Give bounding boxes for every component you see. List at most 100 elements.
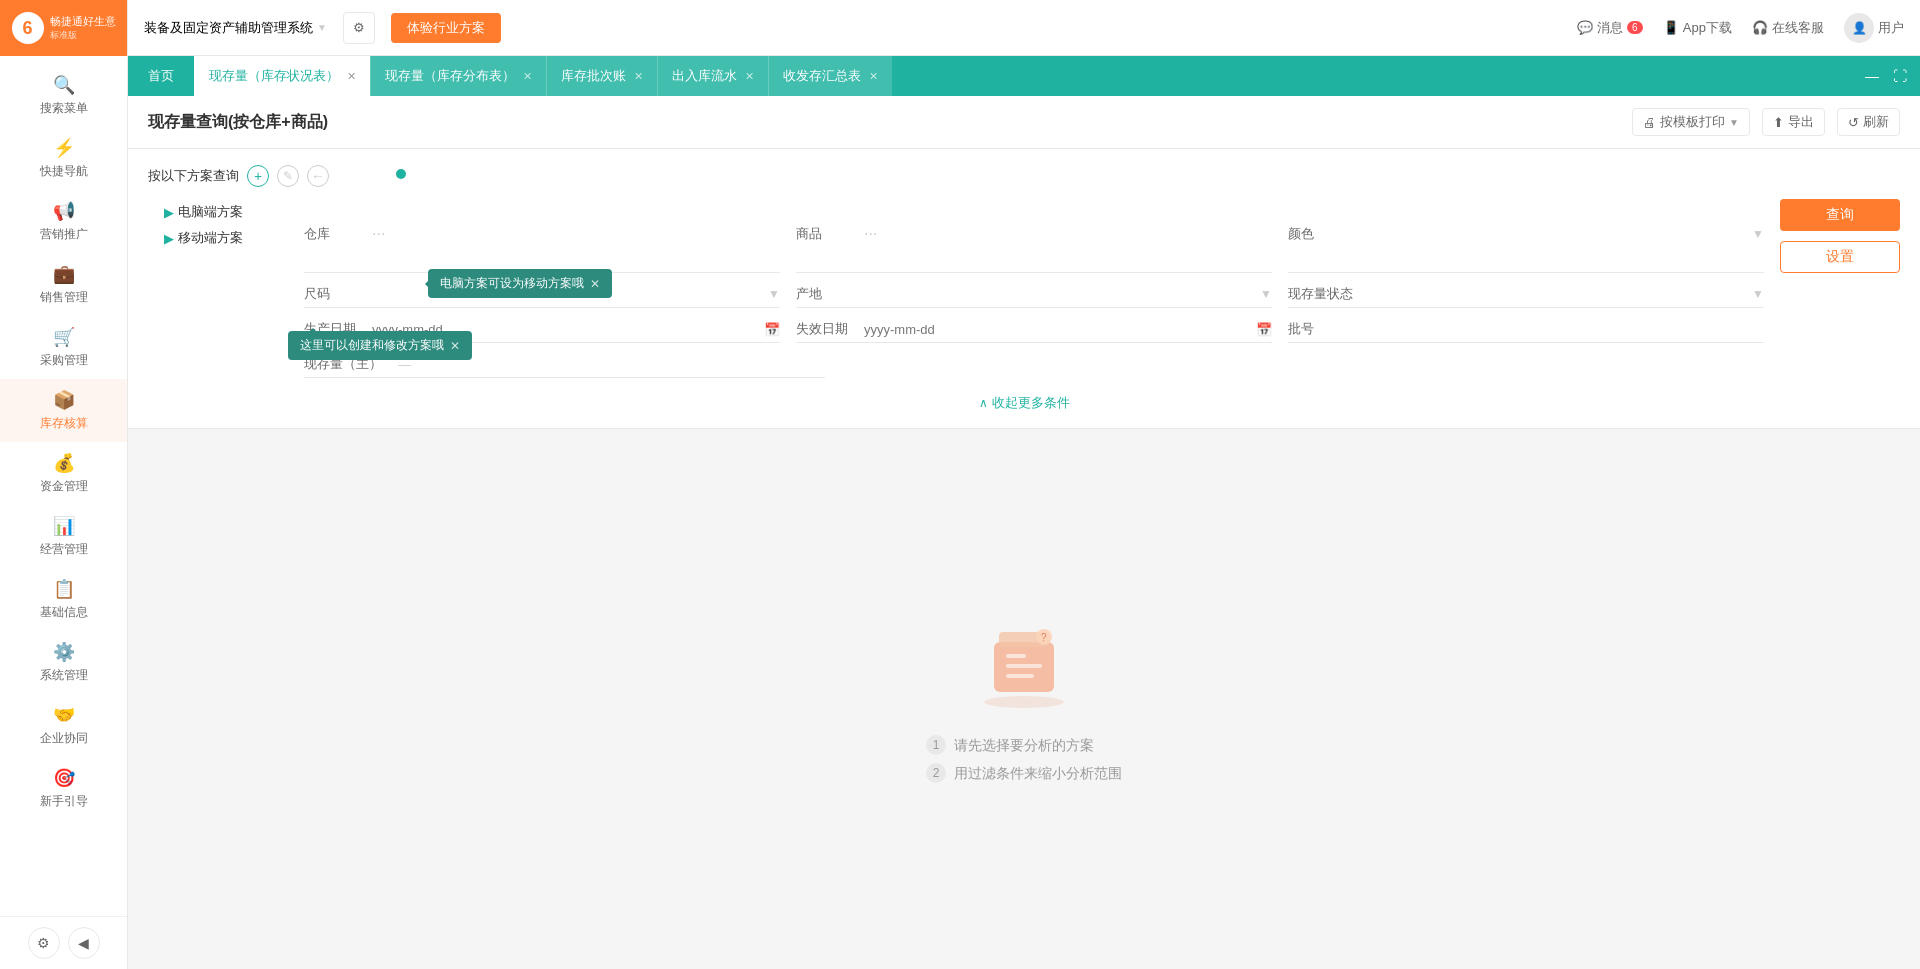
- color-field: 颜色 ▼: [1288, 199, 1764, 273]
- tab-close-icon[interactable]: ✕: [869, 70, 878, 83]
- empty-tip-1: 1 请先选择要分析的方案: [926, 731, 1122, 759]
- logo-title: 畅捷通好生意: [50, 14, 116, 28]
- warehouse-field: 仓库 ···: [304, 199, 780, 273]
- sidebar-item-sales[interactable]: 💼 销售管理: [0, 253, 127, 316]
- page-header: 现存量查询(按仓库+商品) 🖨 按模板打印 ▼ ⬆ 导出 ↺ 刷新: [128, 96, 1920, 149]
- sidebar-item-guide[interactable]: 🎯 新手引导: [0, 757, 127, 820]
- sidebar-item-nav[interactable]: ⚡ 快捷导航: [0, 127, 127, 190]
- tab-minimize-btn[interactable]: —: [1860, 64, 1884, 88]
- sidebar-menu: 🔍 搜索菜单 ⚡ 快捷导航 📢 营销推广 💼 销售管理 🛒 采购管理 📦 库存核…: [0, 56, 127, 916]
- tooltip-close-icon[interactable]: ✕: [590, 277, 600, 291]
- user-label: 用户: [1878, 19, 1904, 37]
- scheme-tooltip: 电脑方案可设为移动方案哦 ✕: [428, 269, 612, 298]
- batch-no-input[interactable]: [1356, 322, 1764, 337]
- support-item[interactable]: 🎧 在线客服: [1752, 19, 1824, 37]
- sidebar-item-label: 系统管理: [40, 667, 88, 684]
- sidebar-item-purchase[interactable]: 🛒 采购管理: [0, 316, 127, 379]
- mobile-scheme-item[interactable]: ▶ 移动端方案: [148, 225, 288, 251]
- export-label: 导出: [1788, 113, 1814, 131]
- sidebar-item-operations[interactable]: 📊 经营管理: [0, 505, 127, 568]
- connector-dot: [396, 169, 406, 179]
- add-scheme-btn[interactable]: +: [247, 165, 269, 187]
- tooltip2-close-icon[interactable]: ✕: [450, 339, 460, 353]
- sidebar-item-search[interactable]: 🔍 搜索菜单: [0, 64, 127, 127]
- tab-inout-flow[interactable]: 出入库流水 ✕: [657, 56, 768, 96]
- gear-icon: ⚙: [353, 20, 365, 35]
- expiry-date-input[interactable]: [864, 322, 1248, 337]
- tab-label: 现存量（库存状况表）: [209, 67, 339, 85]
- clipboard-icon: 📋: [53, 578, 75, 600]
- chevron-up-icon: ∧: [979, 396, 988, 410]
- app-download-item[interactable]: 📱 App下载: [1663, 19, 1732, 37]
- system-settings-btn[interactable]: ⚙: [343, 12, 375, 44]
- logo-icon: 6: [12, 12, 44, 44]
- reset-button[interactable]: 设置: [1780, 241, 1900, 273]
- tab-batch[interactable]: 库存批次账 ✕: [546, 56, 657, 96]
- sidebar-item-label: 企业协同: [40, 730, 88, 747]
- tab-close-icon[interactable]: ✕: [523, 70, 532, 83]
- money-icon: 💰: [53, 452, 75, 474]
- size-label: 尺码: [304, 285, 364, 303]
- tab-home[interactable]: 首页: [128, 56, 194, 96]
- system-title: 装备及固定资产辅助管理系统: [144, 19, 313, 37]
- collapse-btn[interactable]: ◀: [68, 927, 100, 959]
- calendar-icon[interactable]: 📅: [764, 322, 780, 337]
- tab-inventory-dist[interactable]: 现存量（库存分布表） ✕: [370, 56, 546, 96]
- page-content: 现存量查询(按仓库+商品) 🖨 按模板打印 ▼ ⬆ 导出 ↺ 刷新: [128, 96, 1920, 969]
- export-icon: ⬆: [1773, 115, 1784, 130]
- refresh-button[interactable]: ↺ 刷新: [1837, 108, 1900, 136]
- tab-close-icon[interactable]: ✕: [745, 70, 754, 83]
- sidebar-item-cooperation[interactable]: 🤝 企业协同: [0, 694, 127, 757]
- tip-text-2: 用过滤条件来缩小分析范围: [954, 759, 1122, 787]
- stock-status-select-icon[interactable]: ▼: [1752, 287, 1764, 301]
- calendar-icon2[interactable]: 📅: [1256, 322, 1272, 337]
- sidebar-item-label: 营销推广: [40, 226, 88, 243]
- gear-icon: ⚙️: [53, 641, 75, 663]
- edit-scheme-btn[interactable]: ✎: [277, 165, 299, 187]
- filter-label: 按以下方案查询: [148, 167, 239, 185]
- sidebar-item-label: 采购管理: [40, 352, 88, 369]
- handshake-icon: 🤝: [53, 704, 75, 726]
- tip-number-1: 1: [926, 735, 946, 755]
- tab-close-icon[interactable]: ✕: [634, 70, 643, 83]
- back-btn[interactable]: ←: [307, 165, 329, 187]
- tab-inventory-status[interactable]: 现存量（库存状况表） ✕: [194, 56, 370, 96]
- user-item[interactable]: 👤 用户: [1844, 13, 1904, 43]
- tab-summary[interactable]: 收发存汇总表 ✕: [768, 56, 892, 96]
- sidebar-item-system[interactable]: ⚙️ 系统管理: [0, 631, 127, 694]
- sidebar-item-marketing[interactable]: 📢 营销推广: [0, 190, 127, 253]
- size-select-icon[interactable]: ▼: [768, 287, 780, 301]
- query-button[interactable]: 查询: [1780, 199, 1900, 231]
- top-header: 装备及固定资产辅助管理系统 ▼ ⚙ 体验行业方案 💬 消息 6 📱 App下载 …: [128, 0, 1920, 56]
- export-button[interactable]: ⬆ 导出: [1762, 108, 1825, 136]
- empty-illustration: ?: [964, 612, 1084, 715]
- pc-scheme-item[interactable]: ▶ 电脑端方案: [148, 199, 288, 225]
- print-button[interactable]: 🖨 按模板打印 ▼: [1632, 108, 1750, 136]
- messages-item[interactable]: 💬 消息 6: [1577, 19, 1643, 37]
- color-select-icon[interactable]: ▼: [1752, 227, 1764, 241]
- chart-icon: 📊: [53, 515, 75, 537]
- tab-close-icon[interactable]: ✕: [347, 70, 356, 83]
- sidebar-item-finance[interactable]: 💰 资金管理: [0, 442, 127, 505]
- collapse-conditions-btn[interactable]: ∧ 收起更多条件: [148, 394, 1900, 412]
- trial-button[interactable]: 体验行业方案: [391, 13, 501, 43]
- tab-maximize-btn[interactable]: ⛶: [1888, 64, 1912, 88]
- system-title-dropdown[interactable]: 装备及固定资产辅助管理系统 ▼: [144, 19, 327, 37]
- sidebar-item-basics[interactable]: 📋 基础信息: [0, 568, 127, 631]
- origin-select-icon[interactable]: ▼: [1260, 287, 1272, 301]
- warehouse-dots[interactable]: ···: [372, 225, 385, 243]
- goods-dots[interactable]: ···: [864, 225, 877, 243]
- empty-state: ? 1 请先选择要分析的方案 2 用过滤条件来缩小分析范围: [128, 429, 1920, 969]
- sidebar-item-label: 资金管理: [40, 478, 88, 495]
- tab-bar: 首页 现存量（库存状况表） ✕ 现存量（库存分布表） ✕ 库存批次账 ✕ 出入库…: [128, 56, 1920, 96]
- stock-main-input[interactable]: [427, 357, 825, 372]
- page-title: 现存量查询(按仓库+商品): [148, 112, 328, 133]
- origin-field: 产地 ▼: [796, 285, 1272, 308]
- tab-label: 现存量（库存分布表）: [385, 67, 515, 85]
- tip-text-1: 请先选择要分析的方案: [954, 731, 1094, 759]
- sidebar-item-inventory[interactable]: 📦 库存核算: [0, 379, 127, 442]
- chevron-down-icon: ▼: [1729, 117, 1739, 128]
- svg-rect-5: [1006, 674, 1034, 678]
- briefcase-icon: 💼: [53, 263, 75, 285]
- settings-btn[interactable]: ⚙: [28, 927, 60, 959]
